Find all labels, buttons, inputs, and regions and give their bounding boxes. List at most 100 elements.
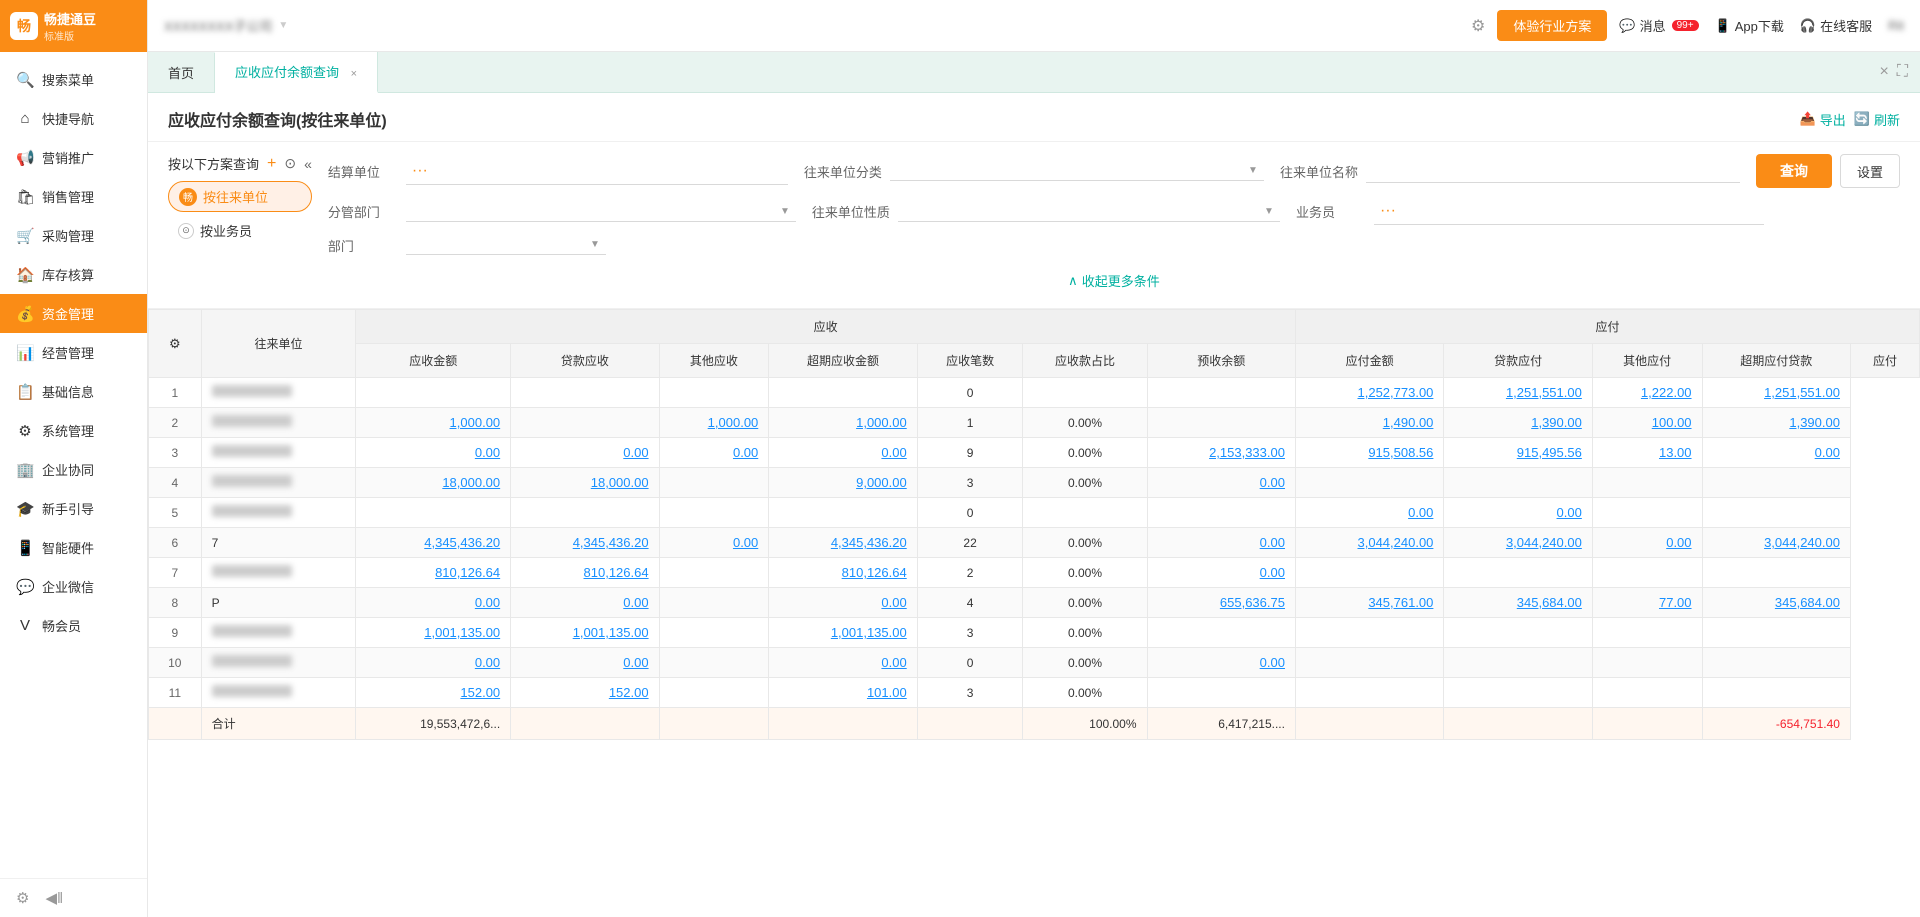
sidebar-item-finance[interactable]: 💰 资金管理 (0, 294, 147, 333)
row-yf-yf_amount-7[interactable]: 345,761.00 (1295, 588, 1443, 618)
filter-yewu-select[interactable]: ··· (1374, 198, 1764, 225)
row-ys-ys_overdue-9[interactable]: 0.00 (769, 648, 917, 678)
scheme-salesman[interactable]: ⊙ 按业务员 (168, 216, 312, 245)
service-button[interactable]: 🎧 在线客服 (1800, 16, 1872, 35)
collapse-bottom-icon[interactable]: ◀‖ (45, 889, 63, 907)
row-ys-ys_amount-6[interactable]: 810,126.64 (356, 558, 511, 588)
row-ys-ys_daikuan-10[interactable]: 152.00 (511, 678, 659, 708)
row-yf-yf_amount-0[interactable]: 1,252,773.00 (1295, 378, 1443, 408)
row-ys-ys_amount-1[interactable]: 1,000.00 (356, 408, 511, 438)
row-ys-ys_overdue-1[interactable]: 1,000.00 (769, 408, 917, 438)
refresh-button[interactable]: 🔄 刷新 (1854, 110, 1900, 129)
sidebar-item-corp-wechat[interactable]: 💬 企业微信 (0, 567, 147, 606)
filter-fenguan-select[interactable]: ▼ (406, 202, 796, 222)
row-ys-ys_overdue-8[interactable]: 1,001,135.00 (769, 618, 917, 648)
row-ys-ys_count-0[interactable]: 0 (917, 378, 1023, 408)
row-ys-ys_count-9[interactable]: 0 (917, 648, 1023, 678)
row-ys-ys_amount-10[interactable]: 152.00 (356, 678, 511, 708)
row-yf-yf_amount-5[interactable]: 3,044,240.00 (1295, 528, 1443, 558)
row-yf-yf_amount-4[interactable]: 0.00 (1295, 498, 1443, 528)
row-ys-ys_daikuan-5[interactable]: 4,345,436.20 (511, 528, 659, 558)
jiesuan-dots[interactable]: ··· (412, 162, 428, 180)
row-ys-ys_amount-2[interactable]: 0.00 (356, 438, 511, 468)
sidebar-item-corp[interactable]: 🏢 企业协同 (0, 450, 147, 489)
row-ys-ys_count-6[interactable]: 2 (917, 558, 1023, 588)
row-ys-ys_ratio-5[interactable]: 0.00% (1023, 528, 1147, 558)
row-ys-ys_overdue-6[interactable]: 810,126.64 (769, 558, 917, 588)
filter-wanglai-xing-select[interactable]: ▼ (898, 202, 1280, 222)
row-ys-ys_overdue-2[interactable]: 0.00 (769, 438, 917, 468)
collapse-more-btn[interactable]: ∧ 收起更多条件 (328, 265, 1900, 296)
row-ys-ys_other-1[interactable]: 1,000.00 (659, 408, 769, 438)
sidebar-item-purchase[interactable]: 🛒 采购管理 (0, 216, 147, 255)
filter-wanglai-fen-select[interactable]: ▼ (890, 161, 1264, 181)
row-ys-ys_ratio-2[interactable]: 0.00% (1023, 438, 1147, 468)
row-ys-ys_prepay-9[interactable]: 0.00 (1147, 648, 1295, 678)
row-ys-ys_prepay-7[interactable]: 655,636.75 (1147, 588, 1295, 618)
row-yf-yf_daikuan-4[interactable]: 0.00 (1444, 498, 1592, 528)
row-ys-ys_ratio-6[interactable]: 0.00% (1023, 558, 1147, 588)
row-ys-ys_daikuan-2[interactable]: 0.00 (511, 438, 659, 468)
sidebar-item-sales[interactable]: 🛍 销售管理 (0, 177, 147, 216)
row-ys-ys_prepay-6[interactable]: 0.00 (1147, 558, 1295, 588)
tab-current[interactable]: 应收应付余额查询 × (215, 52, 378, 93)
row-ys-ys_ratio-3[interactable]: 0.00% (1023, 468, 1147, 498)
sidebar-item-quick-nav[interactable]: ⌂ 快捷导航 (0, 99, 147, 138)
row-ys-ys_count-2[interactable]: 9 (917, 438, 1023, 468)
row-ys-ys_overdue-10[interactable]: 101.00 (769, 678, 917, 708)
row-ys-ys_overdue-5[interactable]: 4,345,436.20 (769, 528, 917, 558)
row-ys-ys_ratio-1[interactable]: 0.00% (1023, 408, 1147, 438)
scheme-partner[interactable]: 畅 按往来单位 (168, 181, 312, 212)
row-ys-ys_amount-3[interactable]: 18,000.00 (356, 468, 511, 498)
row-ys-ys_overdue-7[interactable]: 0.00 (769, 588, 917, 618)
row-ys-ys_ratio-9[interactable]: 0.00% (1023, 648, 1147, 678)
row-ys-ys_count-7[interactable]: 4 (917, 588, 1023, 618)
row-ys-ys_count-10[interactable]: 3 (917, 678, 1023, 708)
row-ys-ys_ratio-7[interactable]: 0.00% (1023, 588, 1147, 618)
row-ys-ys_other-2[interactable]: 0.00 (659, 438, 769, 468)
row-ys-ys_other-5[interactable]: 0.00 (659, 528, 769, 558)
row-yf-yf_daikuan-5[interactable]: 3,044,240.00 (1444, 528, 1592, 558)
app-download-button[interactable]: 📱 App下载 (1715, 16, 1784, 35)
row-ys-ys_overdue-3[interactable]: 9,000.00 (769, 468, 917, 498)
sidebar-item-system[interactable]: ⚙ 系统管理 (0, 411, 147, 450)
row-ys-ys_daikuan-7[interactable]: 0.00 (511, 588, 659, 618)
filter-bumen-select[interactable]: ▼ (406, 235, 606, 255)
export-button[interactable]: 📤 导出 (1800, 110, 1846, 129)
row-ys-ys_count-3[interactable]: 3 (917, 468, 1023, 498)
row-ys-ys_count-4[interactable]: 0 (917, 498, 1023, 528)
sidebar-item-search-menu[interactable]: 🔍 搜索菜单 (0, 60, 147, 99)
row-ys-ys_prepay-5[interactable]: 0.00 (1147, 528, 1295, 558)
row-yf-yf_other-1[interactable]: 100.00 (1592, 408, 1702, 438)
tab-home[interactable]: 首页 (148, 53, 215, 92)
yewu-dots[interactable]: ··· (1380, 202, 1396, 220)
row-yf-yf_other-5[interactable]: 0.00 (1592, 528, 1702, 558)
row-ys-ys_daikuan-9[interactable]: 0.00 (511, 648, 659, 678)
row-ys-ys_prepay-3[interactable]: 0.00 (1147, 468, 1295, 498)
filter-wanglai-name-input[interactable] (1366, 159, 1740, 183)
filter-settings-icon[interactable]: ⊙ (284, 155, 296, 172)
table-settings-icon[interactable]: ⚙ (169, 336, 181, 351)
topbar-gear-icon[interactable]: ⚙ (1471, 16, 1485, 36)
row-ys-ys_amount-7[interactable]: 0.00 (356, 588, 511, 618)
row-yf-yf_daikuan-1[interactable]: 1,390.00 (1444, 408, 1592, 438)
filter-collapse-icon[interactable]: « (304, 156, 312, 172)
row-ys-ys_count-5[interactable]: 22 (917, 528, 1023, 558)
filter-settings-button[interactable]: 设置 (1840, 154, 1900, 188)
row-yf-yf_overdue-2[interactable]: 0.00 (1702, 438, 1850, 468)
row-ys-ys_ratio-8[interactable]: 0.00% (1023, 618, 1147, 648)
tab-maximize-icon[interactable]: ⛶ (1897, 63, 1908, 81)
sidebar-item-base-info[interactable]: 📋 基础信息 (0, 372, 147, 411)
sidebar-item-member[interactable]: V 畅会员 (0, 606, 147, 645)
row-ys-ys_amount-5[interactable]: 4,345,436.20 (356, 528, 511, 558)
settings-bottom-icon[interactable]: ⚙ (16, 889, 29, 907)
user-avatar[interactable]: Rit (1888, 18, 1904, 33)
sidebar-item-smart-hw[interactable]: 📱 智能硬件 (0, 528, 147, 567)
row-yf-yf_overdue-7[interactable]: 345,684.00 (1702, 588, 1850, 618)
tab-close-window-icon[interactable]: × (1879, 63, 1888, 81)
row-yf-yf_overdue-0[interactable]: 1,251,551.00 (1702, 378, 1850, 408)
row-ys-ys_prepay-2[interactable]: 2,153,333.00 (1147, 438, 1295, 468)
row-ys-ys_amount-8[interactable]: 1,001,135.00 (356, 618, 511, 648)
sidebar-item-marketing[interactable]: 📢 营销推广 (0, 138, 147, 177)
row-ys-ys_ratio-10[interactable]: 0.00% (1023, 678, 1147, 708)
